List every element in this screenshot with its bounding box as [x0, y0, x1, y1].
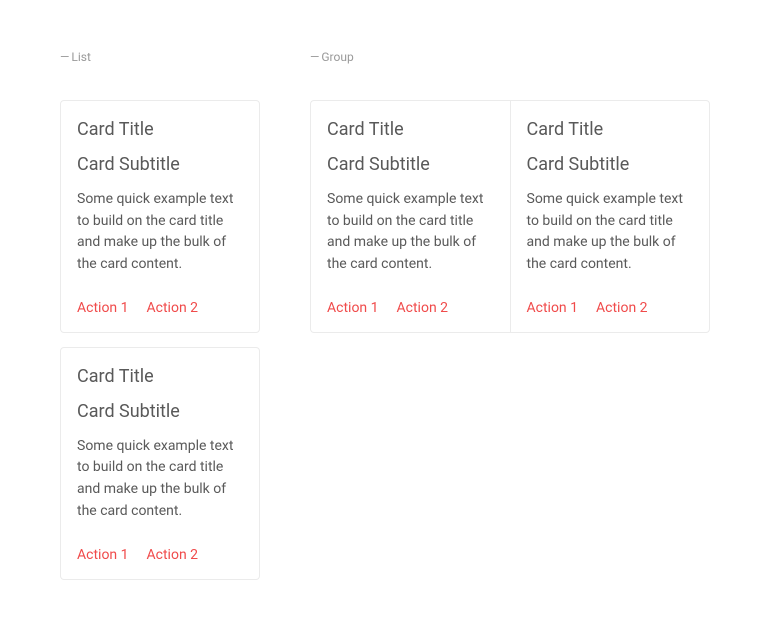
card-subtitle: Card Subtitle: [327, 154, 494, 175]
list-section-label: List: [60, 50, 260, 64]
group-section-label: Group: [310, 50, 710, 64]
card-action-1[interactable]: Action 1: [527, 300, 579, 316]
card-title: Card Title: [77, 366, 243, 387]
card-title: Card Title: [327, 119, 494, 140]
card-subtitle: Card Subtitle: [77, 154, 243, 175]
card-action-2[interactable]: Action 2: [397, 300, 449, 316]
group-section: Group Card Title Card Subtitle Some quic…: [310, 50, 710, 580]
card-action-1[interactable]: Action 1: [77, 547, 129, 563]
card-text: Some quick example text to build on the …: [77, 189, 243, 276]
card-action-2[interactable]: Action 2: [147, 547, 199, 563]
list-card: Card Title Card Subtitle Some quick exam…: [60, 347, 260, 580]
list-cards-container: Card Title Card Subtitle Some quick exam…: [60, 100, 260, 580]
card-subtitle: Card Subtitle: [527, 154, 694, 175]
card-actions: Action 1 Action 2: [327, 300, 494, 316]
card-action-2[interactable]: Action 2: [596, 300, 648, 316]
list-section: List Card Title Card Subtitle Some quick…: [60, 50, 260, 580]
group-card: Card Title Card Subtitle Some quick exam…: [510, 100, 711, 333]
card-title: Card Title: [527, 119, 694, 140]
group-label-text: Group: [321, 50, 353, 64]
card-action-2[interactable]: Action 2: [147, 300, 199, 316]
list-card: Card Title Card Subtitle Some quick exam…: [60, 100, 260, 333]
list-label-text: List: [71, 50, 91, 64]
card-action-1[interactable]: Action 1: [77, 300, 129, 316]
card-subtitle: Card Subtitle: [77, 401, 243, 422]
card-actions: Action 1 Action 2: [77, 547, 243, 563]
card-text: Some quick example text to build on the …: [327, 189, 494, 276]
card-title: Card Title: [77, 119, 243, 140]
group-cards-container: Card Title Card Subtitle Some quick exam…: [310, 100, 710, 333]
card-text: Some quick example text to build on the …: [527, 189, 694, 276]
card-text: Some quick example text to build on the …: [77, 436, 243, 523]
card-actions: Action 1 Action 2: [527, 300, 694, 316]
card-actions: Action 1 Action 2: [77, 300, 243, 316]
card-action-1[interactable]: Action 1: [327, 300, 379, 316]
group-card: Card Title Card Subtitle Some quick exam…: [310, 100, 510, 333]
